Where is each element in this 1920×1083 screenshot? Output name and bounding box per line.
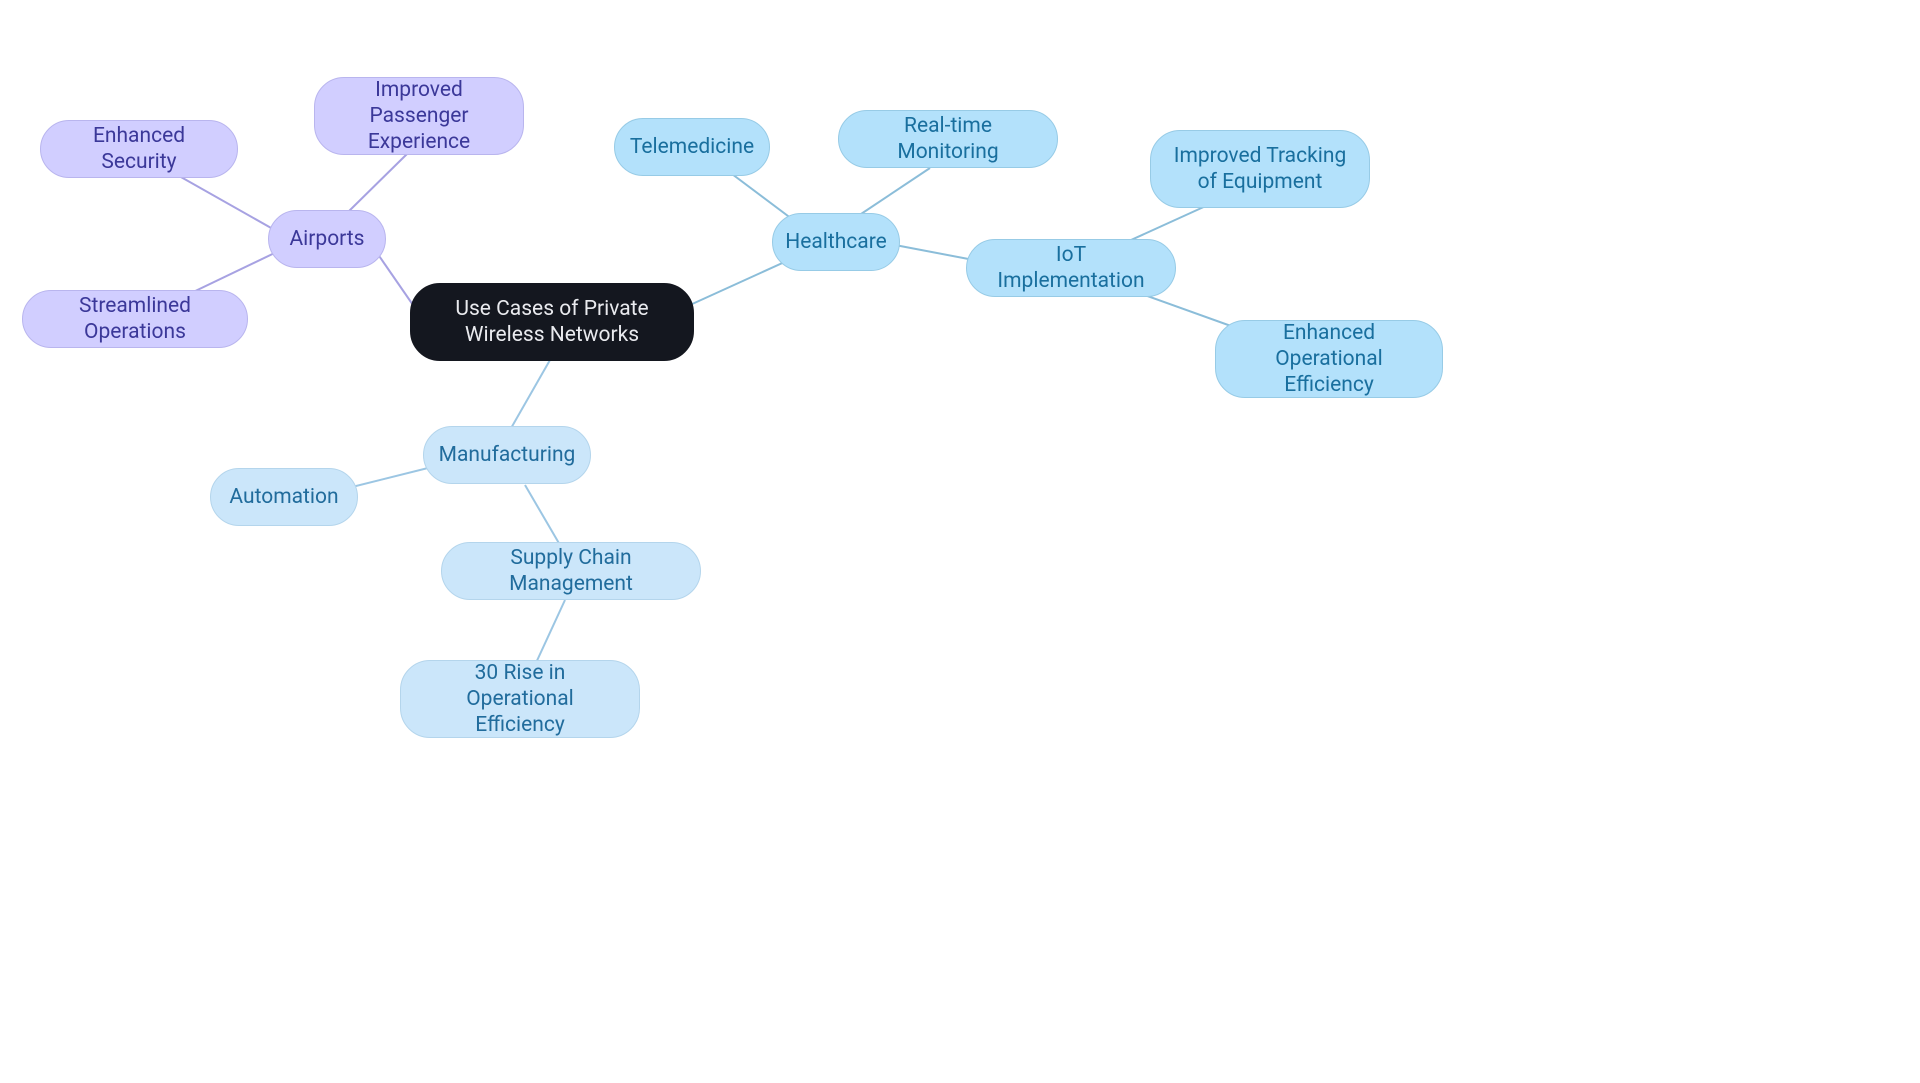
leaf-streamlined-operations-label: Streamlined Operations (45, 293, 225, 346)
root-node[interactable]: Use Cases of Private Wireless Networks (410, 283, 694, 361)
branch-manufacturing-label: Manufacturing (439, 442, 576, 468)
mindmap-canvas: Use Cases of Private Wireless Networks A… (0, 0, 1920, 1083)
leaf-thirty-rise-label: 30 Rise in Operational Efficiency (423, 660, 617, 739)
root-label: Use Cases of Private Wireless Networks (433, 296, 671, 349)
node-supply-chain-label: Supply Chain Management (464, 545, 678, 598)
node-iot-implementation[interactable]: IoT Implementation (966, 239, 1176, 297)
branch-manufacturing[interactable]: Manufacturing (423, 426, 591, 484)
branch-healthcare[interactable]: Healthcare (772, 213, 900, 271)
leaf-enhanced-operational-efficiency[interactable]: Enhanced Operational Efficiency (1215, 320, 1443, 398)
leaf-realtime-monitoring[interactable]: Real-time Monitoring (838, 110, 1058, 168)
node-iot-implementation-label: IoT Implementation (989, 242, 1153, 295)
leaf-enhanced-operational-efficiency-label: Enhanced Operational Efficiency (1238, 320, 1420, 399)
leaf-telemedicine-label: Telemedicine (630, 134, 754, 160)
branch-healthcare-label: Healthcare (785, 229, 887, 255)
leaf-enhanced-security[interactable]: Enhanced Security (40, 120, 238, 178)
leaf-enhanced-security-label: Enhanced Security (63, 123, 215, 176)
leaf-automation-label: Automation (229, 484, 338, 510)
node-supply-chain[interactable]: Supply Chain Management (441, 542, 701, 600)
leaf-streamlined-operations[interactable]: Streamlined Operations (22, 290, 248, 348)
leaf-automation[interactable]: Automation (210, 468, 358, 526)
branch-airports[interactable]: Airports (268, 210, 386, 268)
leaf-improved-passenger[interactable]: Improved Passenger Experience (314, 77, 524, 155)
leaf-improved-passenger-label: Improved Passenger Experience (337, 77, 501, 156)
leaf-telemedicine[interactable]: Telemedicine (614, 118, 770, 176)
leaf-improved-tracking[interactable]: Improved Tracking of Equipment (1150, 130, 1370, 208)
leaf-thirty-rise[interactable]: 30 Rise in Operational Efficiency (400, 660, 640, 738)
branch-airports-label: Airports (289, 226, 364, 252)
leaf-realtime-monitoring-label: Real-time Monitoring (861, 113, 1035, 166)
leaf-improved-tracking-label: Improved Tracking of Equipment (1173, 143, 1347, 196)
